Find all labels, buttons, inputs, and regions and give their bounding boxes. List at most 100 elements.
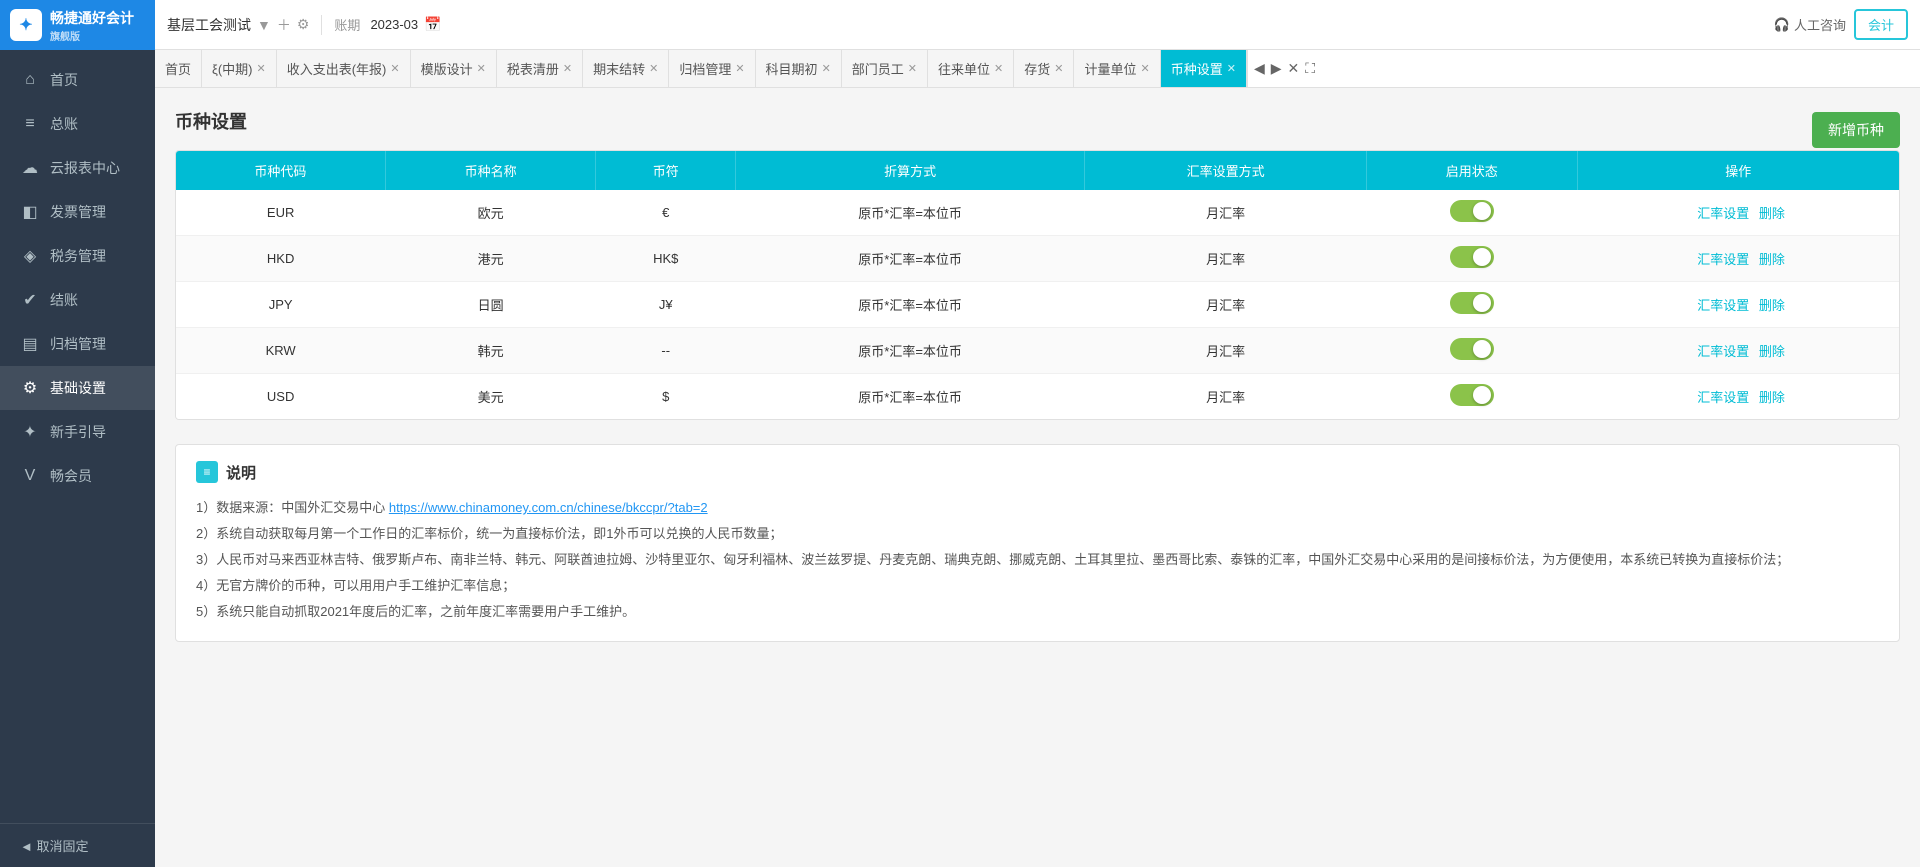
tab-closing[interactable]: 期末结转 ✕ [583, 50, 669, 87]
tab-closing-close[interactable]: ✕ [649, 62, 658, 75]
sidebar-item-member[interactable]: V 畅会员 [0, 454, 155, 498]
tab-subject-close[interactable]: ✕ [822, 62, 831, 75]
sidebar-label-invoice: 发票管理 [50, 202, 106, 222]
tab-currency-close[interactable]: ✕ [1227, 62, 1236, 75]
tab-subject[interactable]: 科目期初 ✕ [756, 50, 842, 87]
col-rate-type: 汇率设置方式 [1085, 151, 1367, 190]
notes-item: 5）系统只能自动抓取2021年度后的汇率，之前年度汇率需要用户手工维护。 [196, 599, 1879, 625]
checkout-icon: ✔ [20, 290, 40, 310]
tab-archive[interactable]: 归档管理 ✕ [669, 50, 755, 87]
add-icon[interactable]: ＋ [277, 15, 291, 35]
tab-inventory-close[interactable]: ✕ [1054, 62, 1063, 75]
tab-mid-close[interactable]: ✕ [257, 62, 266, 75]
tab-currency[interactable]: 币种设置 ✕ [1161, 50, 1247, 87]
report-icon: ☁ [20, 158, 40, 178]
tab-mid[interactable]: ξ(中期) ✕ [202, 50, 277, 87]
table-row: USD 美元 $ 原币*汇率=本位币 月汇率 汇率设置 删除 [176, 374, 1899, 420]
status-toggle[interactable] [1450, 246, 1494, 268]
tab-unit-close[interactable]: ✕ [1141, 62, 1150, 75]
sidebar-item-home[interactable]: ⌂ 首页 [0, 58, 155, 102]
service-label: 人工咨询 [1794, 15, 1846, 34]
tab-prev-icon[interactable]: ◀ [1252, 58, 1267, 79]
cell-action: 汇率设置 删除 [1577, 374, 1899, 420]
company-dropdown-icon[interactable]: ▼ [257, 17, 271, 33]
sidebar-label-home: 首页 [50, 70, 78, 90]
tab-contacts[interactable]: 往来单位 ✕ [928, 50, 1014, 87]
tabs-nav: ◀ ▶ ✕ ⛶ [1247, 50, 1321, 87]
cell-name: 日圆 [385, 282, 596, 328]
cell-rate-type: 月汇率 [1085, 374, 1367, 420]
status-toggle[interactable] [1450, 200, 1494, 222]
rate-setting-link[interactable]: 汇率设置 [1697, 252, 1749, 267]
tab-unit[interactable]: 计量单位 ✕ [1074, 50, 1160, 87]
tab-template-close[interactable]: ✕ [477, 62, 486, 75]
ledger-icon: ≡ [20, 115, 40, 133]
cell-rate-type: 月汇率 [1085, 236, 1367, 282]
cell-status [1366, 190, 1577, 236]
tab-taxlist[interactable]: 税表清册 ✕ [497, 50, 583, 87]
tab-archive-label: 归档管理 [679, 59, 731, 78]
tab-home[interactable]: 首页 [155, 50, 202, 87]
status-toggle[interactable] [1450, 292, 1494, 314]
topbar-divider [321, 15, 322, 35]
sidebar-item-ledger[interactable]: ≡ 总账 [0, 102, 155, 146]
cell-status [1366, 282, 1577, 328]
sidebar-item-report[interactable]: ☁ 云报表中心 [0, 146, 155, 190]
notes-list: 1）数据来源：中国外汇交易中心 https://www.chinamoney.c… [196, 495, 1879, 625]
rate-setting-link[interactable]: 汇率设置 [1697, 206, 1749, 221]
calendar-icon[interactable]: 📅 [424, 16, 441, 33]
tab-taxlist-close[interactable]: ✕ [563, 62, 572, 75]
sidebar: ✦ 畅捷通好会计 旗舰版 ⌂ 首页 ≡ 总账 ☁ 云报表中心 ◧ 发票管理 ◈ … [0, 0, 155, 867]
sidebar-item-tax[interactable]: ◈ 税务管理 [0, 234, 155, 278]
tab-annual-close[interactable]: ✕ [390, 62, 399, 75]
sidebar-pin-toggle[interactable]: ◄ 取消固定 [0, 823, 155, 867]
sidebar-item-settings[interactable]: ⚙ 基础设置 [0, 366, 155, 410]
tab-unit-label: 计量单位 [1084, 59, 1136, 78]
table-row: EUR 欧元 € 原币*汇率=本位币 月汇率 汇率设置 删除 [176, 190, 1899, 236]
tab-template[interactable]: 模版设计 ✕ [411, 50, 497, 87]
sidebar-nav: ⌂ 首页 ≡ 总账 ☁ 云报表中心 ◧ 发票管理 ◈ 税务管理 ✔ 结账 ▤ 归… [0, 50, 155, 823]
status-toggle[interactable] [1450, 338, 1494, 360]
rate-setting-link[interactable]: 汇率设置 [1697, 390, 1749, 405]
external-link[interactable]: https://www.chinamoney.com.cn/chinese/bk… [389, 500, 708, 515]
cell-name: 港元 [385, 236, 596, 282]
toggle-track [1450, 292, 1494, 314]
settings-gear-icon[interactable]: ⚙ [297, 16, 310, 33]
cell-calc: 原币*汇率=本位币 [736, 282, 1085, 328]
app-logo: ✦ 畅捷通好会计 旗舰版 [0, 0, 155, 50]
status-toggle[interactable] [1450, 384, 1494, 406]
topbar-left: 基层工会测试 ▼ ＋ ⚙ 账期 2023-03 📅 [167, 15, 1766, 35]
cell-calc: 原币*汇率=本位币 [736, 190, 1085, 236]
sidebar-item-archive[interactable]: ▤ 归档管理 [0, 322, 155, 366]
tab-annual[interactable]: 收入支出表(年报) ✕ [277, 50, 411, 87]
service-button[interactable]: 🎧 人工咨询 [1774, 15, 1846, 34]
settings-icon: ⚙ [20, 378, 40, 398]
tab-inventory[interactable]: 存货 ✕ [1014, 50, 1074, 87]
account-label: 会计 [1868, 18, 1894, 33]
tab-expand-icon[interactable]: ⛶ [1303, 58, 1317, 79]
tab-next-icon[interactable]: ▶ [1269, 58, 1284, 79]
cell-code: KRW [176, 328, 385, 374]
cell-code: USD [176, 374, 385, 420]
tab-contacts-close[interactable]: ✕ [994, 62, 1003, 75]
new-currency-button[interactable]: 新增币种 [1812, 112, 1900, 148]
sidebar-item-checkout[interactable]: ✔ 结账 [0, 278, 155, 322]
tab-template-label: 模版设计 [421, 59, 473, 78]
tab-close-all-icon[interactable]: ✕ [1286, 58, 1302, 79]
delete-link[interactable]: 删除 [1759, 390, 1785, 405]
delete-link[interactable]: 删除 [1759, 298, 1785, 313]
tab-dept-close[interactable]: ✕ [908, 62, 917, 75]
tab-archive-close[interactable]: ✕ [735, 62, 744, 75]
delete-link[interactable]: 删除 [1759, 206, 1785, 221]
delete-link[interactable]: 删除 [1759, 344, 1785, 359]
sidebar-item-guide[interactable]: ✦ 新手引导 [0, 410, 155, 454]
sidebar-item-invoice[interactable]: ◧ 发票管理 [0, 190, 155, 234]
tab-dept[interactable]: 部门员工 ✕ [842, 50, 928, 87]
rate-setting-link[interactable]: 汇率设置 [1697, 298, 1749, 313]
notes-heading: 说明 [226, 462, 256, 483]
main-area: 基层工会测试 ▼ ＋ ⚙ 账期 2023-03 📅 🎧 人工咨询 会计 首页 ξ… [155, 0, 1920, 867]
cell-symbol: € [596, 190, 736, 236]
rate-setting-link[interactable]: 汇率设置 [1697, 344, 1749, 359]
account-button[interactable]: 会计 [1854, 9, 1908, 40]
delete-link[interactable]: 删除 [1759, 252, 1785, 267]
